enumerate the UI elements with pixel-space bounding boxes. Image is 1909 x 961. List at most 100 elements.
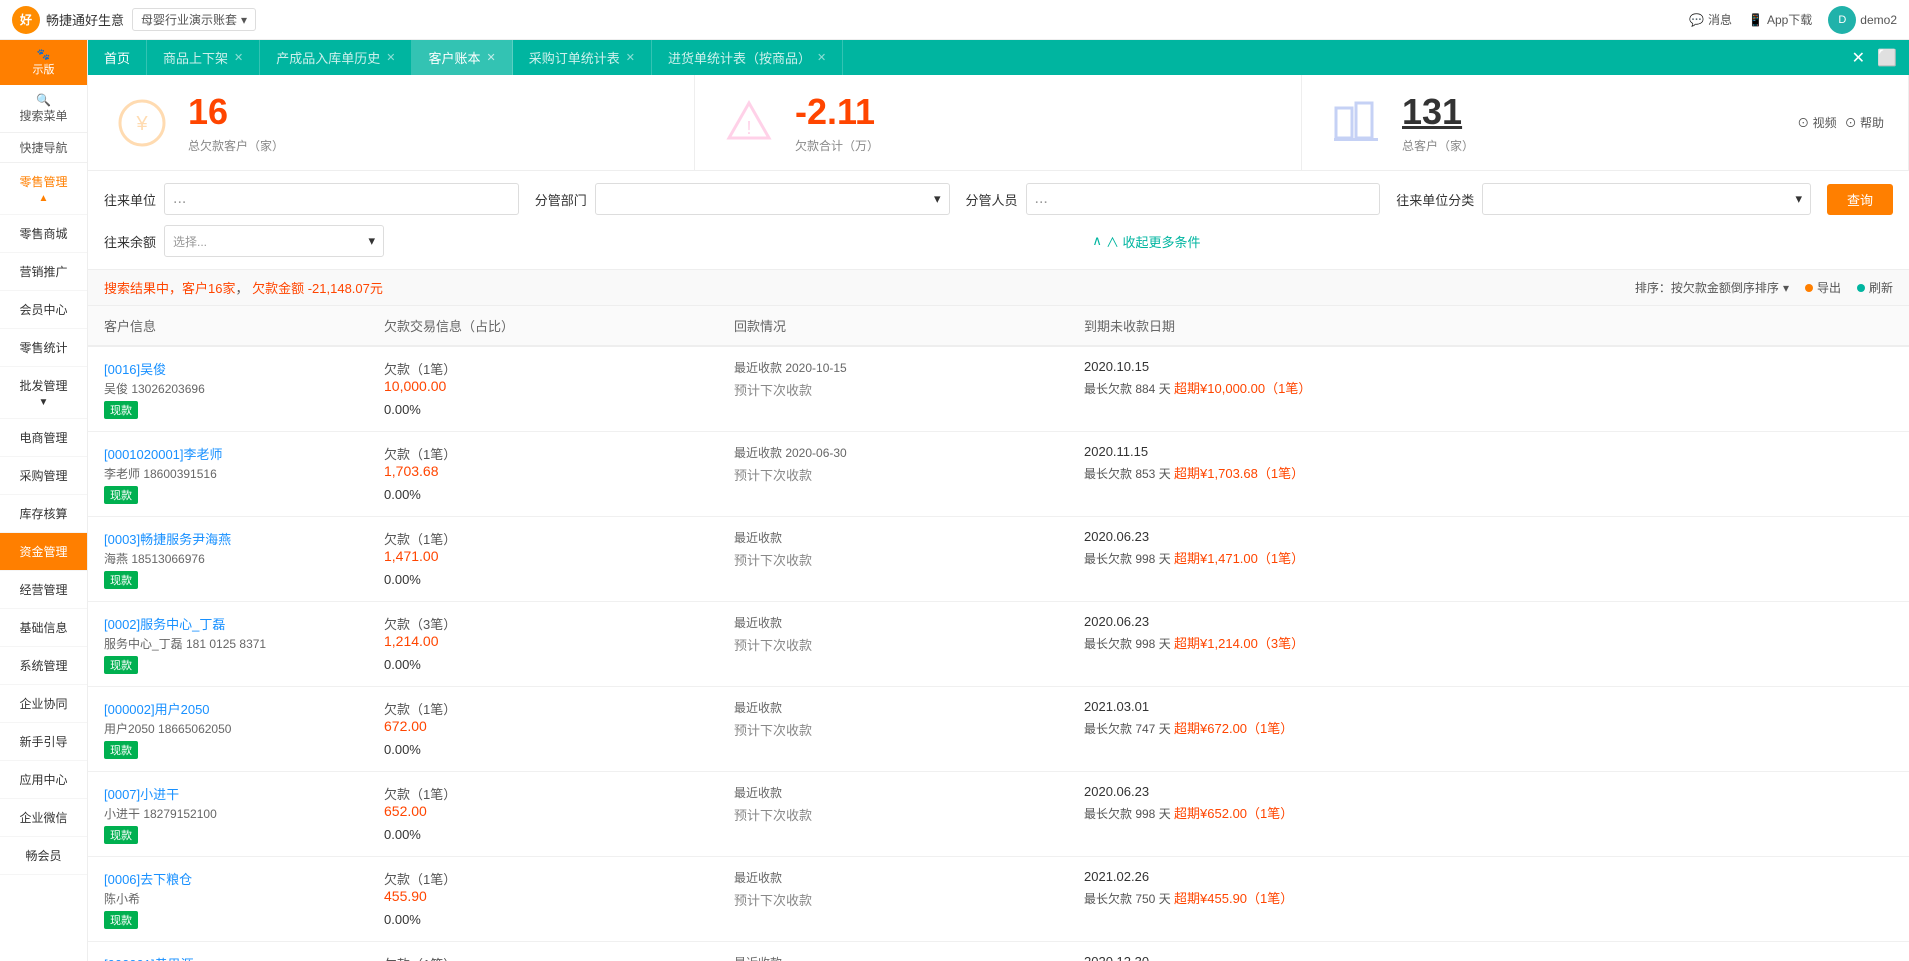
search-button[interactable]: 查询 (1827, 184, 1893, 215)
sidebar-item-finance[interactable]: 资金管理 (0, 533, 87, 571)
sidebar-item-wholesale[interactable]: 批发管理 ▼ (0, 367, 87, 419)
tab-purchase-stat[interactable]: 采购订单统计表 ✕ (513, 40, 652, 75)
tab-inbound-stat-close[interactable]: ✕ (817, 51, 826, 64)
stat-debt-total-info: -2.11 欠款合计（万） (795, 91, 879, 154)
tab-product-off-close[interactable]: ✕ (234, 51, 243, 64)
filter-dept-select[interactable]: ▾ (595, 183, 950, 215)
due-date: 2021.03.01 (1084, 699, 1893, 714)
debt-info-cell: 欠款（1笔） 10,000.00 0.00% (384, 359, 734, 417)
sidebar-item-guide[interactable]: 新手引导 (0, 723, 87, 761)
sidebar-item-member[interactable]: 会员中心 (0, 291, 87, 329)
customer-name[interactable]: [0003]畅捷服务尹海燕 (104, 529, 384, 548)
video-link[interactable]: ⊙ 视频 (1797, 114, 1836, 131)
filter-category-select[interactable]: ▾ (1482, 183, 1811, 215)
debt-amount: 1,214.00 (384, 633, 734, 649)
sidebar-item-quick-nav[interactable]: 快捷导航 (0, 133, 87, 163)
quick-nav-label: 快捷导航 (4, 139, 83, 156)
message-button[interactable]: 💬 消息 (1689, 11, 1732, 28)
overdue-link[interactable]: 超期¥672.00（1笔） (1174, 721, 1293, 736)
col-collection: 回款情况 (734, 316, 1084, 335)
overdue-link[interactable]: 超期¥10,000.00（1笔） (1174, 381, 1311, 396)
sidebar-item-retail-store[interactable]: 零售商城 (0, 215, 87, 253)
page-content: ¥ 16 总欠款客户（家） ! -2.11 欠款合计（万） (88, 75, 1909, 961)
filter-supplier-input[interactable]: ... (164, 183, 519, 215)
filter-person: 分管人员 ... (966, 183, 1381, 215)
sidebar-item-system[interactable]: 系统管理 (0, 647, 87, 685)
filter-person-input[interactable]: ... (1026, 183, 1381, 215)
customer-info-cell: [000001]黄思源 黄思源 13552700226 现款 (104, 954, 384, 961)
filter-toggle-button[interactable]: ∧ ∧ 收起更多条件 (1092, 232, 1200, 251)
search-icon: 🔍 (4, 93, 83, 107)
collection-cell: 最近收款 预计下次收款 (734, 614, 1084, 654)
overdue-link[interactable]: 超期¥652.00（1笔） (1174, 806, 1293, 821)
due-date: 2020.06.23 (1084, 614, 1893, 629)
customer-name[interactable]: [000002]用户2050 (104, 699, 384, 718)
sidebar-logo[interactable]: 🐾 示版 (0, 40, 87, 85)
tab-prod-history[interactable]: 产成品入库单历史 ✕ (260, 40, 412, 75)
tab-customer-account[interactable]: 客户账本 ✕ (412, 40, 512, 75)
table-row: [0003]畅捷服务尹海燕 海燕 18513066976 现款 欠款（1笔） 1… (88, 517, 1909, 602)
customer-phone: 用户2050 18665062050 (104, 720, 384, 737)
customer-name[interactable]: [0016]吴俊 (104, 359, 384, 378)
sidebar-item-inventory[interactable]: 库存核算 (0, 495, 87, 533)
export-icon (1805, 284, 1813, 292)
export-label: 导出 (1817, 279, 1841, 296)
overdue-link[interactable]: 超期¥455.90（1笔） (1174, 891, 1293, 906)
overdue-link[interactable]: 超期¥1,214.00（3笔） (1174, 636, 1304, 651)
last-collect: 最近收款 (734, 529, 1084, 546)
sidebar-item-biz[interactable]: 经营管理 (0, 571, 87, 609)
customer-name[interactable]: [0007]小进干 (104, 784, 384, 803)
sidebar-item-retail-mgmt[interactable]: 零售管理 ▲ (0, 163, 87, 215)
debt-info-cell: 欠款（1笔） 672.00 0.00% (384, 699, 734, 757)
inventory-label: 库存核算 (19, 505, 67, 522)
sidebar-item-app-center[interactable]: 应用中心 (0, 761, 87, 799)
message-icon: 💬 (1689, 13, 1704, 27)
overdue-cell: 2020.10.15 最长欠款 884 天 超期¥10,000.00（1笔） (1084, 359, 1893, 397)
sidebar-item-purchase[interactable]: 采购管理 (0, 457, 87, 495)
stat-debtors-label: 总欠款客户（家） (188, 137, 284, 154)
customer-name[interactable]: [0006]去下粮仓 (104, 869, 384, 888)
tab-purchase-stat-label: 采购订单统计表 (529, 48, 620, 67)
sidebar-item-search[interactable]: 🔍 搜索菜单 (0, 85, 87, 133)
sort-select[interactable]: 排序：按欠款金额倒序排序 ▾ (1635, 279, 1789, 296)
tab-inbound-stat[interactable]: 进货单统计表（按商品） ✕ (652, 40, 843, 75)
refresh-button[interactable]: 刷新 (1857, 279, 1893, 296)
debt-percent: 0.00% (384, 827, 734, 842)
maximize-button[interactable]: ⬜ (1873, 48, 1901, 68)
close-all-tabs-button[interactable]: ✕ (1848, 48, 1869, 68)
debt-info-text: 欠款（1笔） (384, 529, 734, 548)
debt-percent: 0.00% (384, 572, 734, 587)
due-date: 2020.11.15 (1084, 444, 1893, 459)
tab-purchase-stat-close[interactable]: ✕ (626, 51, 635, 64)
sidebar-item-retail-stat[interactable]: 零售统计 (0, 329, 87, 367)
overdue-link[interactable]: 超期¥1,703.68（1笔） (1174, 466, 1304, 481)
sidebar-item-marketing[interactable]: 营销推广 (0, 253, 87, 291)
tab-customer-account-close[interactable]: ✕ (487, 51, 496, 64)
sidebar-item-vip[interactable]: 畅会员 (0, 837, 87, 875)
sidebar-item-basic[interactable]: 基础信息 (0, 609, 87, 647)
debt-info-text: 欠款（1笔） (384, 954, 734, 961)
table-body: [0016]吴俊 吴俊 13026203696 现款 欠款（1笔） 10,000… (88, 347, 1909, 961)
filter-balance-select[interactable]: 选择... ▾ (164, 225, 384, 257)
customer-name[interactable]: [0002]服务中心_丁磊 (104, 614, 384, 633)
customer-name[interactable]: [0001020001]李老师 (104, 444, 384, 463)
customer-name[interactable]: [000001]黄思源 (104, 954, 384, 961)
tab-prod-history-close[interactable]: ✕ (386, 51, 395, 64)
sidebar-item-corp[interactable]: 企业协同 (0, 685, 87, 723)
sidebar-item-wechat[interactable]: 企业微信 (0, 799, 87, 837)
help-link[interactable]: ⊙ 帮助 (1845, 114, 1884, 131)
tab-home[interactable]: 首页 (88, 40, 147, 75)
tab-product-off[interactable]: 商品上下架 ✕ (147, 40, 260, 75)
overdue-link[interactable]: 超期¥1,471.00（1笔） (1174, 551, 1304, 566)
app-download-button[interactable]: 📱 App下载 (1748, 11, 1812, 28)
user-menu[interactable]: D demo2 (1828, 6, 1897, 34)
sidebar-item-ecom[interactable]: 电商管理 (0, 419, 87, 457)
next-collect: 预计下次收款 (734, 805, 1084, 824)
store-selector[interactable]: 母婴行业演示账套 ▾ (132, 8, 256, 31)
customer-tag: 现款 (104, 826, 138, 844)
filter-dept: 分管部门 ▾ (535, 183, 950, 215)
stat-debtors-value: 16 (188, 91, 284, 133)
wholesale-label: 批发管理 (19, 377, 67, 394)
overdue-days: 最长欠款 884 天 超期¥10,000.00（1笔） (1084, 378, 1893, 397)
export-button[interactable]: 导出 (1805, 279, 1841, 296)
